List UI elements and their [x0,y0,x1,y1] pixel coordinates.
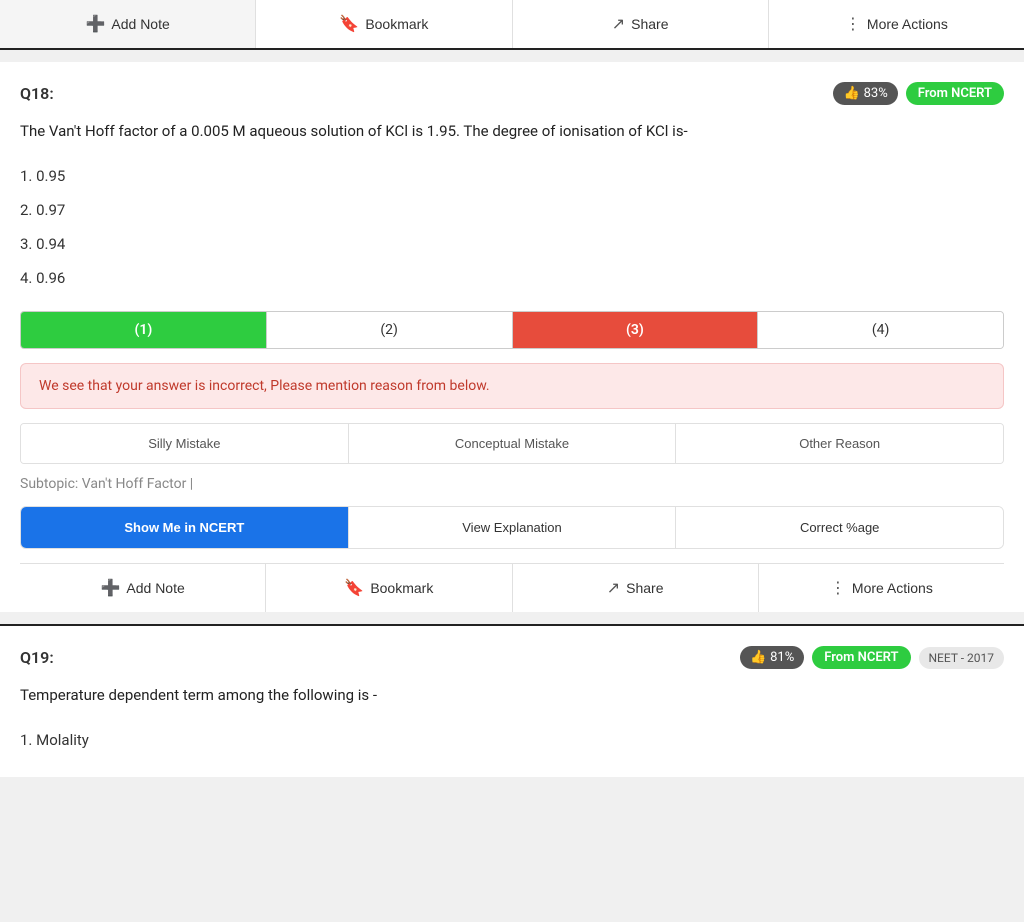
add-note-label-top: Add Note [111,16,169,32]
bookmark-label-bottom: Bookmark [370,580,433,596]
more-actions-label-bottom: More Actions [852,580,933,596]
bottom-toolbar: ➕ Add Note 🔖 Bookmark ↗ Share ⋮ More Act… [20,563,1004,612]
conceptual-mistake-button[interactable]: Conceptual Mistake [349,424,677,463]
q19-question-text: Temperature dependent term among the fol… [20,683,1004,707]
q18-reason-row: Silly Mistake Conceptual Mistake Other R… [20,423,1004,464]
q18-action-row: Show Me in NCERT View Explanation Correc… [20,506,1004,549]
q19-thumbs-up-icon: 👍 [750,650,766,665]
silly-mistake-button[interactable]: Silly Mistake [21,424,349,463]
q19-option-1: 1. Molality [20,723,1004,757]
more-actions-icon-top: ⋮ [845,14,861,34]
q18-header: Q18: 👍 83% From NCERT [20,82,1004,105]
q19-ncert-badge: From NCERT [812,646,910,669]
q18-card: Q18: 👍 83% From NCERT The Van't Hoff fac… [0,62,1024,612]
q18-incorrect-notice: We see that your answer is incorrect, Pl… [20,363,1004,409]
q18-score-value: 83% [864,86,888,101]
q19-score-value: 81% [770,650,794,665]
q19-badges: 👍 81% From NCERT NEET - 2017 [740,646,1004,669]
thumbs-up-icon: 👍 [843,86,859,101]
q18-option-1: 1. 0.95 [20,159,1004,193]
q18-badges: 👍 83% From NCERT [833,82,1004,105]
bookmark-button-top[interactable]: 🔖 Bookmark [256,0,512,48]
share-label-bottom: Share [626,580,663,596]
bookmark-button-bottom[interactable]: 🔖 Bookmark [266,564,512,612]
q18-tab-4[interactable]: (4) [758,312,1003,348]
q18-option-2: 2. 0.97 [20,193,1004,227]
q18-option-4: 4. 0.96 [20,261,1004,295]
show-me-ncert-button[interactable]: Show Me in NCERT [21,507,349,548]
share-button-bottom[interactable]: ↗ Share [513,564,759,612]
add-note-icon-bottom: ➕ [100,578,120,598]
q18-tab-3[interactable]: (3) [513,312,759,348]
add-note-button-top[interactable]: ➕ Add Note [0,0,256,48]
share-icon-bottom: ↗ [607,578,620,598]
bookmark-icon-top: 🔖 [339,14,359,34]
view-explanation-button[interactable]: View Explanation [349,507,677,548]
bookmark-label-top: Bookmark [365,16,428,32]
q18-tab-2[interactable]: (2) [267,312,513,348]
add-note-button-bottom[interactable]: ➕ Add Note [20,564,266,612]
correct-percentage-button[interactable]: Correct %age [676,507,1003,548]
q18-subtopic: Subtopic: Van't Hoff Factor | [20,464,1004,502]
subtopic-label: Subtopic: [20,476,78,492]
q19-header: Q19: 👍 81% From NCERT NEET - 2017 [20,646,1004,669]
add-note-label-bottom: Add Note [126,580,184,596]
more-actions-button-bottom[interactable]: ⋮ More Actions [759,564,1004,612]
q18-option-3: 3. 0.94 [20,227,1004,261]
top-toolbar: ➕ Add Note 🔖 Bookmark ↗ Share ⋮ More Act… [0,0,1024,50]
q18-number: Q18: [20,84,54,103]
more-actions-label-top: More Actions [867,16,948,32]
more-actions-button-top[interactable]: ⋮ More Actions [769,0,1024,48]
bookmark-icon-bottom: 🔖 [344,578,364,598]
q18-score-badge: 👍 83% [833,82,897,105]
q18-tab-1[interactable]: (1) [21,312,267,348]
share-label-top: Share [631,16,668,32]
q19-neet-badge: NEET - 2017 [919,647,1005,669]
q19-score-badge: 👍 81% [740,646,804,669]
share-button-top[interactable]: ↗ Share [513,0,769,48]
q18-answer-tabs: (1) (2) (3) (4) [20,311,1004,349]
add-note-icon-top: ➕ [85,14,105,34]
subtopic-value: Van't Hoff Factor | [82,476,193,492]
share-icon-top: ↗ [612,14,625,34]
q19-number: Q19: [20,648,54,667]
q18-ncert-badge: From NCERT [906,82,1004,105]
q19-card: Q19: 👍 81% From NCERT NEET - 2017 Temper… [0,626,1024,777]
q18-question-text: The Van't Hoff factor of a 0.005 M aqueo… [20,119,1004,143]
other-reason-button[interactable]: Other Reason [676,424,1003,463]
more-actions-icon-bottom: ⋮ [830,578,846,598]
